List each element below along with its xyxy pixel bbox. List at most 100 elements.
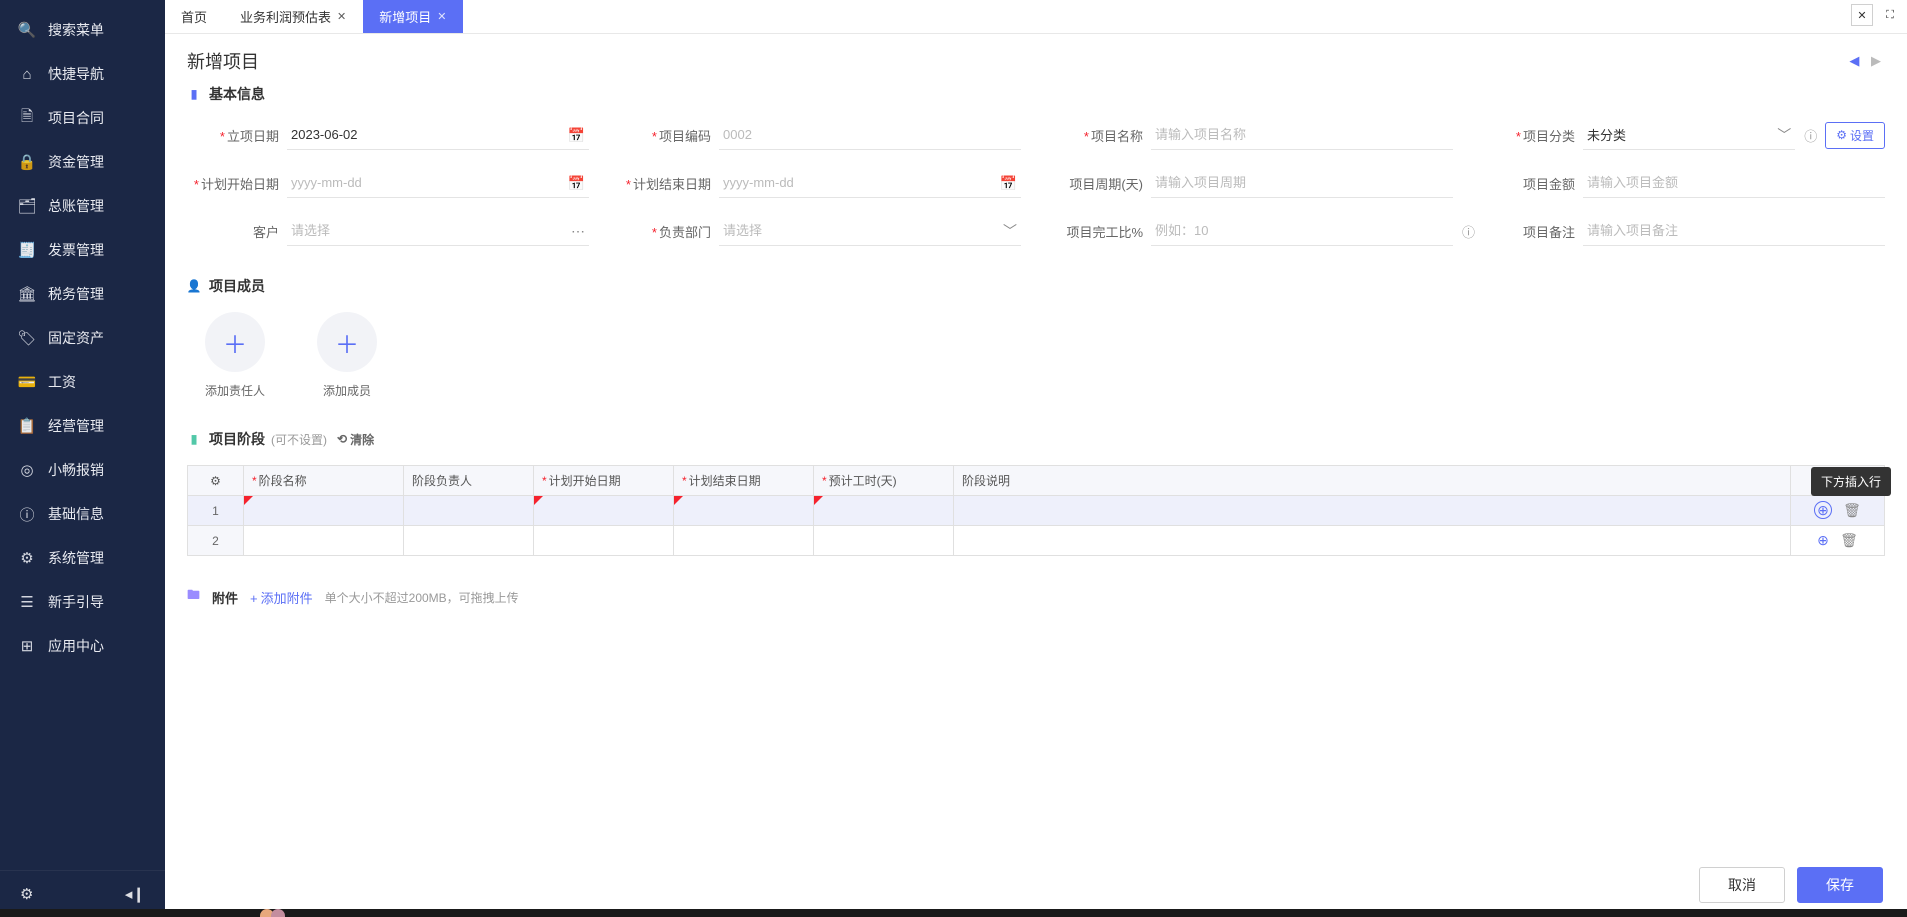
cal-icon[interactable]: 📅	[568, 127, 585, 144]
cal-icon[interactable]: 📅	[1000, 175, 1017, 192]
row-index: 1	[188, 496, 244, 526]
save-button[interactable]: 保存	[1797, 867, 1883, 903]
cell-phase-end[interactable]	[674, 526, 814, 556]
add-attachment-button[interactable]: 添加附件	[250, 588, 313, 607]
section-attach-title: 附件	[212, 588, 238, 607]
cell-phase-hours[interactable]	[814, 526, 954, 556]
help-icon[interactable]: ⓘ	[1804, 126, 1817, 145]
dept-input[interactable]	[719, 216, 1021, 246]
next-nav-icon[interactable]: ▶	[1871, 53, 1881, 68]
sidebar-item-basic-info[interactable]: ⓘ 基础信息	[0, 492, 165, 536]
delete-row-icon[interactable]: 🗑	[1840, 532, 1858, 548]
tab-0[interactable]: 首页	[165, 0, 224, 33]
cell-phase-owner[interactable]	[404, 526, 534, 556]
add-owner-button[interactable]: ＋ 添加责任人	[205, 312, 265, 399]
period-label: 项目周期(天)	[1051, 174, 1151, 193]
end-input[interactable]	[719, 168, 1021, 198]
collapse-icon[interactable]: ◂❙	[125, 885, 145, 903]
category-settings-button[interactable]: 设置	[1825, 122, 1885, 149]
start-input[interactable]	[287, 168, 589, 198]
invoice-mgmt-icon: 🧾	[18, 241, 36, 259]
tab-2[interactable]: 新增项目✕	[363, 0, 463, 33]
cell-phase-name[interactable]	[244, 526, 404, 556]
phase-clear-button[interactable]: 清除	[337, 431, 374, 448]
sidebar-item-search-menu[interactable]: 🔍 搜索菜单	[0, 8, 165, 52]
sidebar: 🔍 搜索菜单⌂ 快捷导航🗎 项目合同🔒 资金管理🗂 总账管理🧾 发票管理🏛 税务…	[0, 0, 165, 917]
code-label: *项目编码	[619, 126, 719, 145]
section-members-title: 项目成员	[209, 276, 265, 296]
fund-mgmt-icon: 🔒	[18, 153, 36, 171]
help-icon[interactable]: ⓘ	[1462, 222, 1475, 241]
insert-row-icon[interactable]: ⊕	[1814, 501, 1832, 519]
sidebar-item-biz-mgmt[interactable]: 📋 经营管理	[0, 404, 165, 448]
sidebar-item-ledger-mgmt[interactable]: 🗂 总账管理	[0, 184, 165, 228]
section-phase: ▮ 项目阶段 (可不设置) 清除 ⚙ *阶段名称	[187, 429, 1885, 556]
name-label: *项目名称	[1051, 126, 1151, 145]
remark-label: 项目备注	[1483, 222, 1583, 241]
code-input[interactable]	[719, 120, 1021, 150]
cell-phase-name[interactable]	[244, 496, 404, 526]
phase-row[interactable]: 2 ⊕ 🗑	[188, 526, 1885, 556]
phase-row[interactable]: 1 ⊕ 🗑	[188, 496, 1885, 526]
cell-phase-end[interactable]	[674, 496, 814, 526]
cell-phase-hours[interactable]	[814, 496, 954, 526]
cls-input[interactable]	[1583, 120, 1795, 150]
row-index: 2	[188, 526, 244, 556]
prev-nav-icon[interactable]: ◀	[1849, 53, 1859, 68]
sidebar-item-project-contract[interactable]: 🗎 项目合同	[0, 96, 165, 140]
field-start: *计划开始日期 📅	[187, 168, 589, 198]
field-period: 项目周期(天)	[1051, 168, 1453, 198]
field-remark: 项目备注	[1483, 216, 1885, 246]
more-icon[interactable]: ⋯	[571, 223, 585, 240]
cal-icon[interactable]: 📅	[568, 175, 585, 192]
customer-input[interactable]	[287, 216, 589, 246]
gear-column-icon[interactable]: ⚙	[188, 466, 244, 496]
remark-input[interactable]	[1583, 216, 1885, 246]
sidebar-item-label: 新手引导	[48, 592, 104, 612]
project-contract-icon: 🗎	[18, 109, 36, 127]
sidebar-item-fixed-asset[interactable]: 🏷 固定资产	[0, 316, 165, 360]
cell-phase-desc[interactable]	[954, 526, 1791, 556]
sidebar-item-label: 税务管理	[48, 284, 104, 304]
tab-close-icon[interactable]: ✕	[437, 10, 446, 23]
sidebar-item-label: 项目合同	[48, 108, 104, 128]
section-phase-icon: ▮	[187, 432, 201, 446]
sidebar-item-invoice-mgmt[interactable]: 🧾 发票管理	[0, 228, 165, 272]
period-input[interactable]	[1151, 168, 1453, 198]
folder-icon: 🖿	[187, 586, 200, 608]
cell-phase-owner[interactable]	[404, 496, 534, 526]
cell-phase-start[interactable]	[534, 496, 674, 526]
name-input[interactable]	[1151, 120, 1453, 150]
tax-mgmt-icon: 🏛	[18, 285, 36, 303]
sidebar-item-tax-mgmt[interactable]: 🏛 税务管理	[0, 272, 165, 316]
tab-1[interactable]: 业务利润预估表✕	[224, 0, 363, 33]
sys-mgmt-icon: ⚙	[18, 549, 36, 567]
delete-row-icon[interactable]: 🗑	[1843, 502, 1861, 518]
sidebar-item-sys-mgmt[interactable]: ⚙ 系统管理	[0, 536, 165, 580]
sidebar-item-fund-mgmt[interactable]: 🔒 资金管理	[0, 140, 165, 184]
sidebar-item-reimburse[interactable]: ◎ 小畅报销	[0, 448, 165, 492]
sidebar-item-quick-nav[interactable]: ⌂ 快捷导航	[0, 52, 165, 96]
fixed-asset-icon: 🏷	[18, 329, 36, 347]
tabbar-expand-icon[interactable]: ⛶	[1879, 4, 1901, 26]
cell-phase-desc[interactable]	[954, 496, 1791, 526]
sidebar-item-salary[interactable]: 💳 工资	[0, 360, 165, 404]
insert-row-icon[interactable]: ⊕	[1817, 532, 1829, 548]
dept-label: *负责部门	[619, 222, 719, 241]
section-basic-icon: ▮	[187, 87, 201, 101]
sidebar-item-guide[interactable]: ☰ 新手引导	[0, 580, 165, 624]
sidebar-item-app-center[interactable]: ⊞ 应用中心	[0, 624, 165, 668]
date-input[interactable]	[287, 120, 589, 150]
add-member-button[interactable]: ＋ 添加成员	[317, 312, 377, 399]
settings-icon[interactable]: ⚙	[20, 885, 33, 903]
phase-hint: (可不设置)	[271, 431, 327, 448]
cell-phase-start[interactable]	[534, 526, 674, 556]
cancel-button[interactable]: 取消	[1699, 867, 1785, 903]
start-label: *计划开始日期	[187, 174, 287, 193]
complete-input[interactable]	[1151, 216, 1453, 246]
chev-icon[interactable]: ﹀	[1777, 125, 1791, 145]
tabbar-close-icon[interactable]: ✕	[1851, 4, 1873, 26]
tab-close-icon[interactable]: ✕	[337, 10, 346, 23]
amount-input[interactable]	[1583, 168, 1885, 198]
chev-icon[interactable]: ﹀	[1003, 221, 1017, 241]
